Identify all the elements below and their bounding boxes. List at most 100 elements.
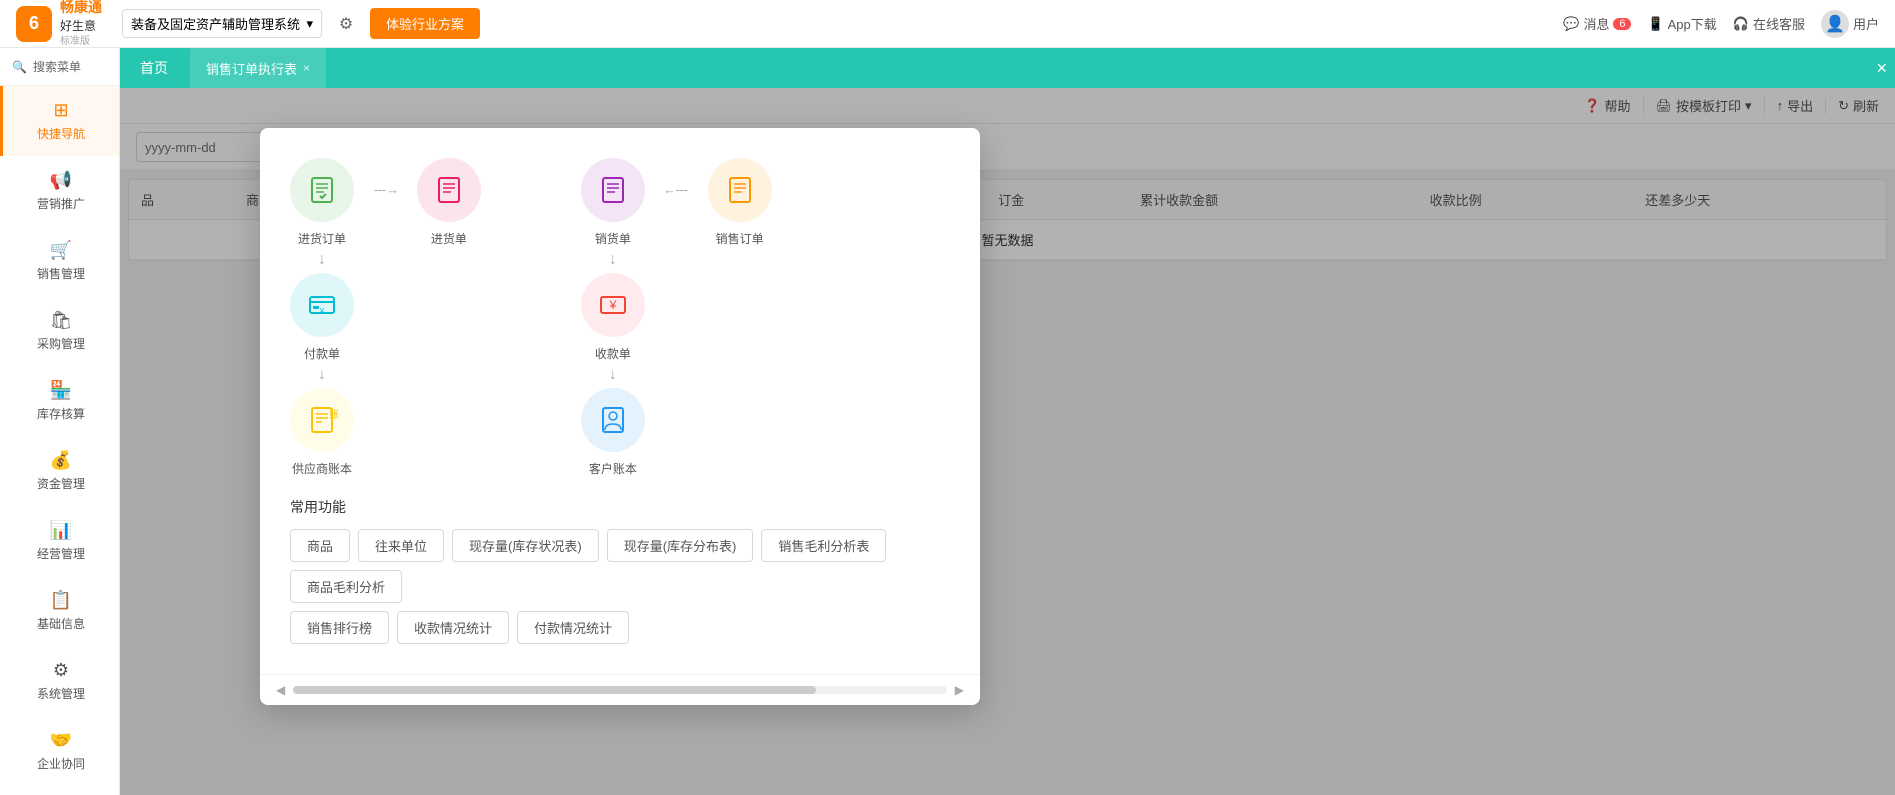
system-dropdown[interactable]: 装备及固定资产辅助管理系统 ▾ — [122, 9, 322, 38]
search-menu-label: 搜索菜单 — [33, 58, 81, 75]
sidebar-item-purchase[interactable]: 🛍 采购管理 — [0, 296, 119, 366]
sidebar-item-marketing[interactable]: 📢 营销推广 — [0, 156, 119, 226]
try-button[interactable]: 体验行业方案 — [370, 8, 480, 39]
close-all-icon: × — [1876, 58, 1887, 79]
logo-sub: 好生意 — [60, 18, 102, 35]
online-service-label: 在线客服 — [1753, 14, 1805, 33]
modal-dialog: 进货订单 ↓ ¥ 付款单 — [260, 128, 980, 705]
purchase-icon: 🛍 — [50, 310, 73, 331]
supplier-account-node: 账 供应商账本 — [290, 388, 354, 477]
sidebar-item-sales[interactable]: 🛒 销售管理 — [0, 226, 119, 296]
sidebar-item-inventory[interactable]: 🏪 库存核算 — [0, 366, 119, 436]
sidebar-item-system[interactable]: ⚙ 系统管理 — [0, 646, 119, 716]
flow-diagram: 进货订单 ↓ ¥ 付款单 — [290, 158, 950, 477]
arrow-down-3: ↓ — [609, 251, 617, 269]
scroll-left-icon[interactable]: ◀ — [276, 683, 285, 697]
receipt-node: ¥ 收款单 — [581, 273, 645, 362]
sales-bill-label: 销货单 — [595, 230, 631, 247]
h-arrow-2: - - - → — [665, 158, 688, 197]
payment-icon: ¥ — [290, 273, 354, 337]
capital-icon: 💰 — [50, 450, 72, 471]
sales-bill-node: 销货单 — [581, 158, 645, 247]
func-btn-partner[interactable]: 往来单位 — [358, 529, 444, 562]
message-icon: 💬 — [1563, 16, 1579, 32]
sidebar-item-label-marketing: 营销推广 — [37, 195, 85, 212]
scroll-right-icon[interactable]: ▶ — [955, 683, 964, 697]
customer-account-label: 客户账本 — [589, 460, 637, 477]
function-buttons-container: 商品 往来单位 现存量(库存状况表) 现存量(库存分布表) 销售毛利分析表 商品… — [290, 529, 950, 603]
tab-close-icon[interactable]: × — [303, 61, 310, 75]
supplier-account-icon: 账 — [290, 388, 354, 452]
main-area: 🔍 搜索菜单 ⊞ 快捷导航 📢 营销推广 🛒 销售管理 🛍 采购管理 🏪 — [0, 48, 1895, 795]
customer-account-node: 客户账本 — [581, 388, 645, 477]
logo-icon: 6 — [16, 6, 52, 42]
settings-button[interactable]: ⚙ — [330, 8, 362, 40]
message-label: 消息 — [1583, 14, 1609, 33]
tab-sales-order[interactable]: 销售订单执行表 × — [190, 48, 326, 88]
sales-bill-icon — [581, 158, 645, 222]
function-buttons-row2: 销售排行榜 收款情况统计 付款情况统计 — [290, 611, 950, 644]
func-btn-product[interactable]: 商品 — [290, 529, 350, 562]
service-icon: 🎧 — [1733, 16, 1749, 32]
sidebar-item-operation[interactable]: 📊 经营管理 — [0, 506, 119, 576]
search-icon: 🔍 — [12, 60, 27, 74]
modal-body: 进货订单 ↓ ¥ 付款单 — [260, 128, 980, 674]
dropdown-chevron-icon: ▾ — [306, 16, 313, 32]
modal-scrollbar: ◀ ▶ — [260, 674, 980, 705]
scrollbar-track[interactable] — [293, 686, 947, 694]
tab-close-all-button[interactable]: × — [1876, 48, 1887, 88]
sidebar-item-label-system: 系统管理 — [37, 685, 85, 702]
arrow-down-2: ↓ — [318, 366, 326, 384]
marketing-icon: 📢 — [50, 170, 72, 191]
sidebar-item-label-inventory: 库存核算 — [37, 405, 85, 422]
operation-icon: 📊 — [50, 520, 72, 541]
sidebar-item-basic[interactable]: 📋 基础信息 — [0, 576, 119, 646]
scrollbar-thumb — [293, 686, 816, 694]
purchase-bill-label: 进货单 — [431, 230, 467, 247]
func-btn-receipt-stats[interactable]: 收款情况统计 — [397, 611, 509, 644]
purchase-order-icon — [290, 158, 354, 222]
func-btn-stock-dist[interactable]: 现存量(库存分布表) — [607, 529, 754, 562]
func-btn-sales-gross[interactable]: 销售毛利分析表 — [761, 529, 886, 562]
app-download-button[interactable]: 📱 App下载 — [1647, 14, 1716, 33]
sidebar-item-label-quick-nav: 快捷导航 — [37, 125, 85, 142]
purchase-order-node: 进货订单 — [290, 158, 354, 247]
avatar: 👤 — [1821, 10, 1849, 38]
sidebar-item-label-capital: 资金管理 — [37, 475, 85, 492]
user-name: 用户 — [1853, 14, 1879, 33]
purchase-bill-icon — [417, 158, 481, 222]
func-btn-sales-ranking[interactable]: 销售排行榜 — [290, 611, 389, 644]
sidebar-item-label-cooperation: 企业协同 — [37, 755, 85, 772]
tab-home-label: 首页 — [140, 58, 168, 78]
app-container: 6 畅康通 好生意 标准版 装备及固定资产辅助管理系统 ▾ ⚙ 体验行业方案 💬… — [0, 0, 1895, 795]
logo-text: 畅康通 好生意 标准版 — [60, 0, 102, 49]
user-area[interactable]: 👤 用户 — [1821, 10, 1879, 38]
top-bar: 6 畅康通 好生意 标准版 装备及固定资产辅助管理系统 ▾ ⚙ 体验行业方案 💬… — [0, 0, 1895, 48]
common-functions-title: 常用功能 — [290, 497, 950, 517]
purchase-order-label: 进货订单 — [298, 230, 346, 247]
sidebar-item-label-basic: 基础信息 — [37, 615, 85, 632]
func-btn-payment-stats[interactable]: 付款情况统计 — [517, 611, 629, 644]
search-menu-button[interactable]: 🔍 搜索菜单 — [0, 48, 119, 86]
sidebar-item-guide[interactable]: 📖 新手引导 — [0, 786, 119, 795]
customer-account-icon — [581, 388, 645, 452]
func-btn-stock-status[interactable]: 现存量(库存状况表) — [452, 529, 599, 562]
sales-order-label: 销售订单 — [716, 230, 764, 247]
message-button[interactable]: 💬 消息 6 — [1563, 14, 1631, 33]
func-btn-product-gross[interactable]: 商品毛利分析 — [290, 570, 402, 603]
modal-overlay: 进货订单 ↓ ¥ 付款单 — [120, 88, 1895, 795]
sidebar-item-capital[interactable]: 💰 资金管理 — [0, 436, 119, 506]
online-service-button[interactable]: 🎧 在线客服 — [1733, 14, 1805, 33]
tab-home[interactable]: 首页 — [120, 48, 188, 88]
system-icon: ⚙ — [53, 660, 69, 681]
tab-bar: 首页 销售订单执行表 × × — [120, 48, 1895, 88]
sidebar-item-label-sales: 销售管理 — [37, 265, 85, 282]
svg-text:¥: ¥ — [319, 307, 325, 316]
sidebar-item-quick-nav[interactable]: ⊞ 快捷导航 — [0, 86, 119, 156]
tab-sales-order-label: 销售订单执行表 — [206, 59, 297, 78]
sidebar-item-cooperation[interactable]: 🤝 企业协同 — [0, 716, 119, 786]
supplier-account-label: 供应商账本 — [292, 460, 352, 477]
page-content: ❓ 帮助 🖨 按模板打印 ▾ ↑ 导出 — [120, 88, 1895, 795]
arrow-down-1: ↓ — [318, 251, 326, 269]
sidebar: 🔍 搜索菜单 ⊞ 快捷导航 📢 营销推广 🛒 销售管理 🛍 采购管理 🏪 — [0, 48, 120, 795]
